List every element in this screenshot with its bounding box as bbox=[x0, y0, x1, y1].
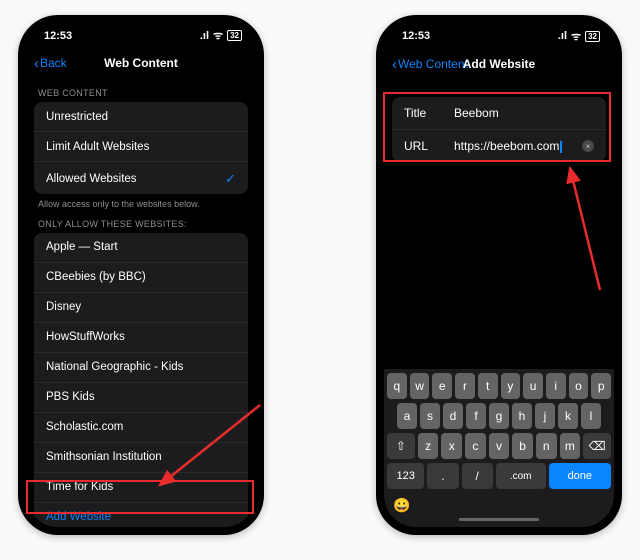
web-content-options: Unrestricted Limit Adult Websites Allowe… bbox=[34, 102, 248, 194]
key-k[interactable]: k bbox=[558, 403, 578, 429]
key-g[interactable]: g bbox=[489, 403, 509, 429]
key-t[interactable]: t bbox=[478, 373, 498, 399]
allowed-site-row[interactable]: Apple — Start bbox=[34, 233, 248, 263]
allowed-site-row[interactable]: Time for Kids bbox=[34, 473, 248, 503]
option-label: Unrestricted bbox=[46, 111, 108, 123]
site-name: National Geographic - Kids bbox=[46, 361, 183, 373]
site-name: Smithsonian Institution bbox=[46, 451, 162, 463]
back-button[interactable]: Web Content bbox=[398, 57, 468, 71]
emoji-key[interactable]: 😀 bbox=[393, 497, 410, 514]
key-r[interactable]: r bbox=[455, 373, 475, 399]
clear-icon[interactable]: × bbox=[582, 140, 594, 152]
notch bbox=[449, 23, 549, 41]
signal-icon: .ıl bbox=[558, 30, 567, 42]
add-website-form: Title Beebom URL https://beebom.com × bbox=[392, 97, 606, 162]
allowed-site-row[interactable]: National Geographic - Kids bbox=[34, 353, 248, 383]
key-y[interactable]: y bbox=[501, 373, 521, 399]
site-name: CBeebies (by BBC) bbox=[46, 271, 146, 283]
site-name: PBS Kids bbox=[46, 391, 95, 403]
option-allowed-websites[interactable]: Allowed Websites ✓ bbox=[34, 162, 248, 194]
footnote: Allow access only to the websites below. bbox=[26, 194, 256, 209]
wifi-icon: ᯤ bbox=[213, 28, 223, 43]
back-button[interactable]: Back bbox=[40, 56, 67, 70]
key-p[interactable]: p bbox=[591, 373, 611, 399]
screen-left: 12:53 .ıl ᯤ 32 ‹ Back Web Content WEB CO… bbox=[26, 23, 256, 527]
key-q[interactable]: q bbox=[387, 373, 407, 399]
url-row[interactable]: URL https://beebom.com × bbox=[392, 130, 606, 162]
title-field[interactable]: Beebom bbox=[454, 106, 594, 120]
allowed-site-row[interactable]: PBS Kids bbox=[34, 383, 248, 413]
site-name: Scholastic.com bbox=[46, 421, 123, 433]
key-z[interactable]: z bbox=[418, 433, 439, 459]
option-label: Limit Adult Websites bbox=[46, 141, 149, 153]
key-a[interactable]: a bbox=[397, 403, 417, 429]
nav-bar: ‹ Web Content Add Website bbox=[384, 49, 614, 79]
key-c[interactable]: c bbox=[465, 433, 486, 459]
allowed-site-row[interactable]: Smithsonian Institution bbox=[34, 443, 248, 473]
phone-left: 12:53 .ıl ᯤ 32 ‹ Back Web Content WEB CO… bbox=[18, 15, 264, 535]
delete-key[interactable]: ⌫ bbox=[583, 433, 611, 459]
notch bbox=[91, 23, 191, 41]
site-name: Disney bbox=[46, 301, 81, 313]
option-limit-adult[interactable]: Limit Adult Websites bbox=[34, 132, 248, 162]
title-row[interactable]: Title Beebom bbox=[392, 97, 606, 130]
home-indicator bbox=[459, 518, 539, 521]
status-time: 12:53 bbox=[44, 30, 72, 42]
url-field[interactable]: https://beebom.com bbox=[454, 139, 572, 153]
key-v[interactable]: v bbox=[489, 433, 510, 459]
key-j[interactable]: j bbox=[535, 403, 555, 429]
section-header-allowed: ONLY ALLOW THESE WEBSITES: bbox=[26, 209, 256, 233]
back-chevron-icon[interactable]: ‹ bbox=[34, 56, 39, 71]
battery-icon: 32 bbox=[585, 31, 600, 42]
allowed-websites-list: Apple — Start CBeebies (by BBC) Disney HowS… bbox=[34, 233, 248, 527]
screen-right: 12:53 .ıl ᯤ 32 ‹ Web Content Add Website… bbox=[384, 23, 614, 527]
key-b[interactable]: b bbox=[512, 433, 533, 459]
allowed-site-row[interactable]: HowStuffWorks bbox=[34, 323, 248, 353]
allowed-site-row[interactable]: CBeebies (by BBC) bbox=[34, 263, 248, 293]
key-s[interactable]: s bbox=[420, 403, 440, 429]
shift-key[interactable]: ⇧ bbox=[387, 433, 415, 459]
key-d[interactable]: d bbox=[443, 403, 463, 429]
allowed-site-row[interactable]: Disney bbox=[34, 293, 248, 323]
site-name: Apple — Start bbox=[46, 241, 118, 253]
option-label: Allowed Websites bbox=[46, 173, 137, 185]
allowed-site-row[interactable]: Scholastic.com bbox=[34, 413, 248, 443]
add-website-button[interactable]: Add Website bbox=[34, 503, 248, 527]
nav-bar: ‹ Back Web Content bbox=[26, 49, 256, 79]
key-x[interactable]: x bbox=[441, 433, 462, 459]
phone-right: 12:53 .ıl ᯤ 32 ‹ Web Content Add Website… bbox=[376, 15, 622, 535]
slash-key[interactable]: / bbox=[462, 463, 493, 489]
key-l[interactable]: l bbox=[581, 403, 601, 429]
text-cursor bbox=[560, 141, 562, 153]
dotcom-key[interactable]: .com bbox=[496, 463, 546, 489]
numbers-key[interactable]: 123 bbox=[387, 463, 424, 489]
url-label: URL bbox=[404, 139, 444, 153]
key-n[interactable]: n bbox=[536, 433, 557, 459]
title-label: Title bbox=[404, 106, 444, 120]
site-name: Time for Kids bbox=[46, 481, 113, 493]
battery-icon: 32 bbox=[227, 30, 242, 41]
key-f[interactable]: f bbox=[466, 403, 486, 429]
wifi-icon: ᯤ bbox=[571, 29, 581, 44]
key-i[interactable]: i bbox=[546, 373, 566, 399]
key-w[interactable]: w bbox=[410, 373, 430, 399]
back-chevron-icon[interactable]: ‹ bbox=[392, 57, 397, 72]
dot-key[interactable]: . bbox=[427, 463, 458, 489]
key-h[interactable]: h bbox=[512, 403, 532, 429]
section-header-web-content: WEB CONTENT bbox=[26, 78, 256, 102]
key-m[interactable]: m bbox=[560, 433, 581, 459]
status-time: 12:53 bbox=[402, 30, 430, 42]
keyboard: qwertyuiop asdfghjkl ⇧ zxcvbnm ⌫ 123 . /… bbox=[384, 369, 614, 527]
key-o[interactable]: o bbox=[569, 373, 589, 399]
checkmark-icon: ✓ bbox=[225, 171, 236, 187]
site-name: HowStuffWorks bbox=[46, 331, 125, 343]
done-key[interactable]: done bbox=[549, 463, 611, 489]
option-unrestricted[interactable]: Unrestricted bbox=[34, 102, 248, 132]
key-u[interactable]: u bbox=[523, 373, 543, 399]
key-e[interactable]: e bbox=[432, 373, 452, 399]
signal-icon: .ıl bbox=[200, 30, 209, 42]
